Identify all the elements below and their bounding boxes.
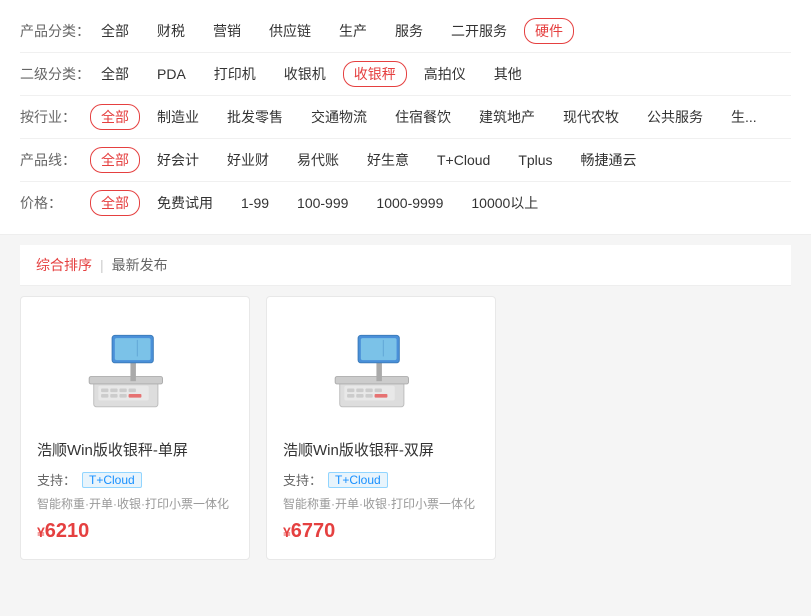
filter-section: 产品分类： 全部财税营销供应链生产服务二开服务硬件 二级分类： 全部PDA打印机…: [0, 0, 811, 235]
product-name: 浩顺Win版收银秤-双屏: [283, 439, 479, 460]
filter-item[interactable]: 全部: [90, 18, 140, 44]
filter-item[interactable]: 供应链: [258, 18, 322, 44]
support-badge: T+Cloud: [328, 472, 388, 488]
filter-item[interactable]: 10000以上: [460, 190, 549, 216]
filter-item[interactable]: 易代账: [286, 147, 350, 173]
filter-row-subcategory: 二级分类： 全部 PDA 打印机收银机收银秤高拍仪其他: [20, 53, 791, 96]
filter-row-productline: 产品线： 全部好会计好业财易代账好生意 T+Cloud Tplus 畅捷通云: [20, 139, 791, 182]
filter-item[interactable]: 硬件: [524, 18, 574, 44]
filter-item[interactable]: 公共服务: [636, 104, 714, 130]
filter-item[interactable]: 全部: [90, 147, 140, 173]
filter-item[interactable]: 好生意: [356, 147, 420, 173]
filter-item[interactable]: 打印机: [203, 61, 267, 87]
filter-item[interactable]: 建筑地产: [468, 104, 546, 130]
filter-row-industry: 按行业： 全部制造业批发零售交通物流住宿餐饮建筑地产现代农牧公共服务生...: [20, 96, 791, 139]
price-symbol: ¥: [37, 524, 45, 540]
filter-item[interactable]: 高拍仪: [413, 61, 477, 87]
filter-items-price: 全部免费试用 1-99 100-999 1000-9999 10000以上: [90, 190, 549, 216]
filter-label-productline: 产品线：: [20, 150, 90, 170]
filter-item[interactable]: 批发零售: [216, 104, 294, 130]
filter-item[interactable]: Tplus: [507, 149, 563, 171]
sort-divider: |: [100, 257, 104, 273]
filter-label-subcategory: 二级分类：: [20, 64, 90, 84]
product-image: [283, 317, 479, 427]
filter-label-price: 价格：: [20, 193, 90, 213]
filter-items-subcategory: 全部 PDA 打印机收银机收银秤高拍仪其他: [90, 61, 533, 87]
filter-item[interactable]: 免费试用: [146, 190, 224, 216]
filter-label-industry: 按行业：: [20, 107, 90, 127]
filter-item[interactable]: 畅捷通云: [570, 147, 648, 173]
support-badge: T+Cloud: [82, 472, 142, 488]
filter-item[interactable]: 制造业: [146, 104, 210, 130]
product-name: 浩顺Win版收银秤-单屏: [37, 439, 233, 460]
support-label: 支持：: [37, 470, 76, 489]
price-symbol: ¥: [283, 524, 291, 540]
product-price: ¥6210: [37, 520, 233, 543]
filter-item[interactable]: 服务: [384, 18, 434, 44]
filter-item[interactable]: 生...: [720, 104, 768, 130]
filter-item[interactable]: 住宿餐饮: [384, 104, 462, 130]
product-support: 支持： T+Cloud: [283, 470, 479, 489]
filter-item[interactable]: 全部: [90, 104, 140, 130]
product-image: [37, 317, 233, 427]
filter-item[interactable]: 财税: [146, 18, 196, 44]
filter-items-productline: 全部好会计好业财易代账好生意 T+Cloud Tplus 畅捷通云: [90, 147, 648, 173]
product-card[interactable]: 浩顺Win版收银秤-双屏 支持： T+Cloud 智能称重·开单·收银·打印小票…: [266, 296, 496, 560]
filter-row-category: 产品分类： 全部财税营销供应链生产服务二开服务硬件: [20, 10, 791, 53]
filter-items-category: 全部财税营销供应链生产服务二开服务硬件: [90, 18, 574, 44]
support-label: 支持：: [283, 470, 322, 489]
sort-inactive[interactable]: 最新发布: [112, 255, 168, 275]
filter-item[interactable]: 好会计: [146, 147, 210, 173]
filter-item[interactable]: 收银机: [273, 61, 337, 87]
filter-item[interactable]: 1-99: [230, 192, 280, 214]
filter-item[interactable]: 全部: [90, 61, 140, 87]
filter-items-industry: 全部制造业批发零售交通物流住宿餐饮建筑地产现代农牧公共服务生...: [90, 104, 768, 130]
filter-item[interactable]: 全部: [90, 190, 140, 216]
filter-item[interactable]: 收银秤: [343, 61, 407, 87]
product-card[interactable]: 浩顺Win版收银秤-单屏 支持： T+Cloud 智能称重·开单·收银·打印小票…: [20, 296, 250, 560]
filter-item[interactable]: 现代农牧: [552, 104, 630, 130]
filter-item[interactable]: 营销: [202, 18, 252, 44]
product-desc: 智能称重·开单·收银·打印小票一体化: [37, 495, 233, 512]
filter-item[interactable]: 好业财: [216, 147, 280, 173]
filter-item[interactable]: T+Cloud: [426, 149, 501, 171]
filter-row-price: 价格： 全部免费试用 1-99 100-999 1000-9999 10000以上: [20, 182, 791, 224]
filter-item[interactable]: PDA: [146, 63, 197, 85]
filter-item[interactable]: 二开服务: [440, 18, 518, 44]
sort-active[interactable]: 综合排序: [36, 253, 92, 277]
filter-item[interactable]: 生产: [328, 18, 378, 44]
filter-item[interactable]: 100-999: [286, 192, 359, 214]
product-desc: 智能称重·开单·收银·打印小票一体化: [283, 495, 479, 512]
filter-item[interactable]: 交通物流: [300, 104, 378, 130]
products-area: 浩顺Win版收银秤-单屏 支持： T+Cloud 智能称重·开单·收银·打印小票…: [20, 296, 791, 560]
sort-bar: 综合排序 | 最新发布: [20, 245, 791, 286]
filter-item[interactable]: 其他: [483, 61, 533, 87]
filter-item[interactable]: 1000-9999: [365, 192, 454, 214]
product-support: 支持： T+Cloud: [37, 470, 233, 489]
filter-label-category: 产品分类：: [20, 21, 90, 41]
product-price: ¥6770: [283, 520, 479, 543]
